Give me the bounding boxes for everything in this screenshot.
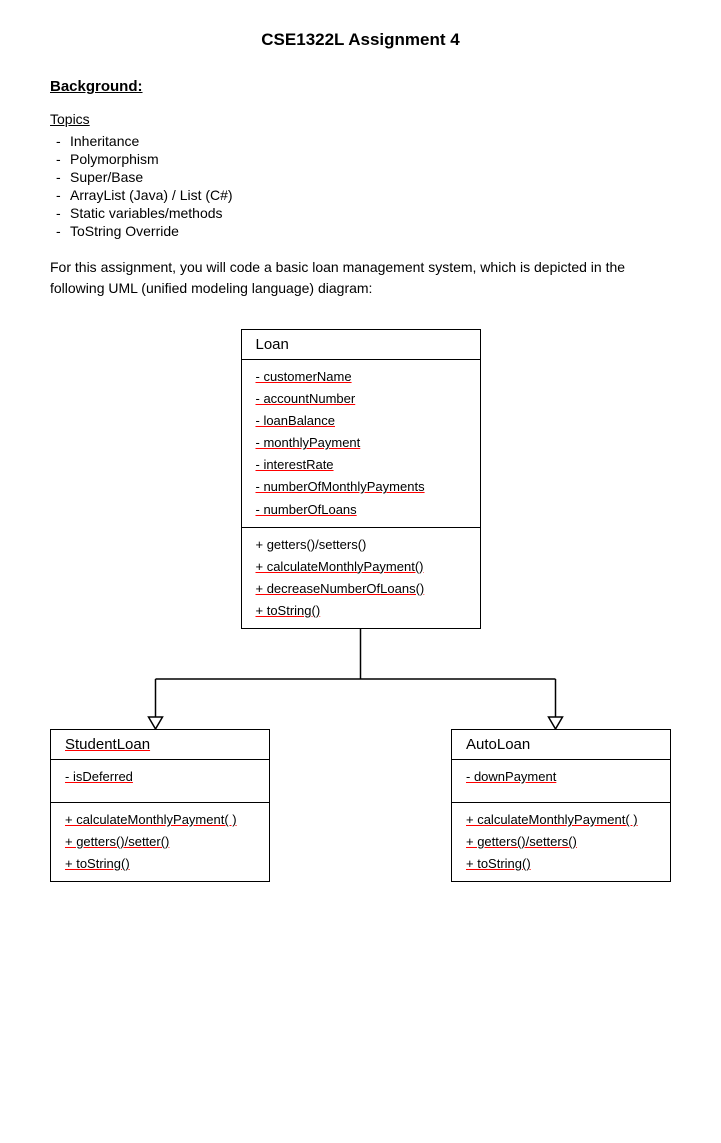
loan-method-3: + toString() [256,600,466,622]
loan-method-2: + decreaseNumberOfLoans() [256,578,466,600]
loan-class-name: Loan [242,330,480,360]
student-loan-class-box: StudentLoan - isDeferred + calculateMont… [50,729,270,882]
loan-field-6: - numberOfLoans [256,499,466,521]
auto-loan-class-box: AutoLoan - downPayment + calculateMonthl… [451,729,671,882]
list-item: Inheritance [50,133,671,149]
loan-field-3: - monthlyPayment [256,432,466,454]
loan-field-5: - numberOfMonthlyPayments [256,476,466,498]
auto-loan-method-2: + toString() [466,853,656,875]
topics-list: Inheritance Polymorphism Super/Base Arra… [50,133,671,239]
loan-field-1: - accountNumber [256,388,466,410]
student-loan-class-name: StudentLoan [51,730,269,760]
loan-field-4: - interestRate [256,454,466,476]
loan-field-0: - customerName [256,366,466,388]
student-loan-class-methods: + calculateMonthlyPayment( ) + getters()… [51,803,269,881]
uml-children-row: StudentLoan - isDeferred + calculateMont… [50,729,671,882]
student-loan-method-0: + calculateMonthlyPayment( ) [65,809,255,831]
page-title: CSE1322L Assignment 4 [50,30,671,50]
auto-loan-method-0: + calculateMonthlyPayment( ) [466,809,656,831]
loan-method-1: + calculateMonthlyPayment() [256,556,466,578]
list-item: ToString Override [50,223,671,239]
loan-field-2: - loanBalance [256,410,466,432]
student-loan-method-1: + getters()/setter() [65,831,255,853]
uml-arrows [50,629,671,729]
uml-diagram: Loan - customerName - accountNumber - lo… [50,329,671,882]
topics-label: Topics [50,111,671,127]
description-text: For this assignment, you will code a bas… [50,257,671,299]
auto-loan-field-0: - downPayment [466,766,656,788]
student-loan-field-0: - isDeferred [65,766,255,788]
auto-loan-class-fields: - downPayment [452,760,670,803]
loan-class-box: Loan - customerName - accountNumber - lo… [241,329,481,629]
background-heading: Background: [50,78,671,95]
student-loan-method-2: + toString() [65,853,255,875]
auto-loan-class-methods: + calculateMonthlyPayment( ) + getters()… [452,803,670,881]
auto-loan-class-name: AutoLoan [452,730,670,760]
list-item: Polymorphism [50,151,671,167]
auto-loan-method-1: + getters()/setters() [466,831,656,853]
list-item: Static variables/methods [50,205,671,221]
loan-class-methods: + getters()/setters() + calculateMonthly… [242,528,480,628]
list-item: Super/Base [50,169,671,185]
student-loan-class-fields: - isDeferred [51,760,269,803]
loan-method-0: + getters()/setters() [256,534,466,556]
list-item: ArrayList (Java) / List (C#) [50,187,671,203]
loan-class-fields: - customerName - accountNumber - loanBal… [242,360,480,528]
